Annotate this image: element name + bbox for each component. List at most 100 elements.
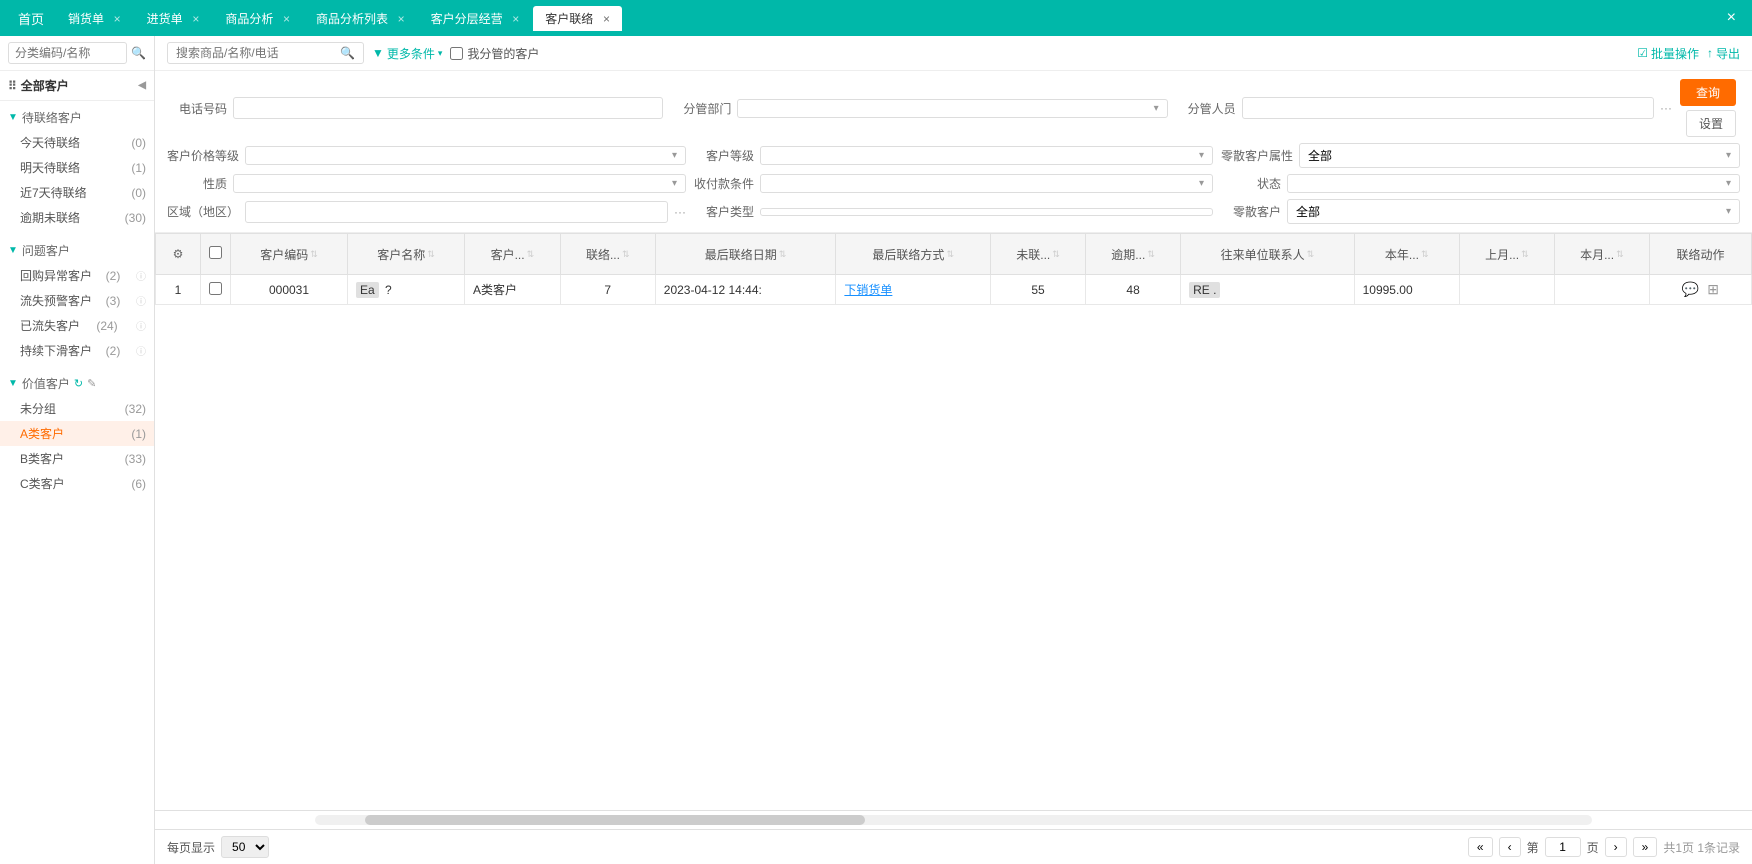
status-field: 状态 ▾ xyxy=(1221,174,1740,193)
row-last-method[interactable]: 下销货单 xyxy=(836,275,991,305)
overdue-sort-icon: ⇅ xyxy=(1147,249,1155,260)
nature-field: 性质 ▾ xyxy=(167,174,686,193)
export-btn[interactable]: ↑ 导出 xyxy=(1707,45,1740,62)
value-customers-header[interactable]: ▼ 价值客户 ↻ ✎ xyxy=(0,371,154,396)
sidebar-item-churn-warning[interactable]: 流失预警客户 (3) ⓘ xyxy=(0,288,154,313)
unit-sort-icon: ⇅ xyxy=(1307,249,1315,260)
refresh-icon[interactable]: ↻ xyxy=(74,377,83,390)
chat-icon[interactable]: 💬 xyxy=(1682,281,1699,298)
nature-select[interactable]: ▾ xyxy=(233,174,686,193)
filter-search-input[interactable] xyxy=(176,46,336,60)
all-customers-header[interactable]: ⠿ 全部客户 ◀ xyxy=(0,71,154,101)
status-arrow-icon: ▾ xyxy=(1726,178,1731,189)
sidebar-item-class-c[interactable]: C类客户 (6) xyxy=(0,471,154,496)
select-all-checkbox[interactable] xyxy=(209,246,222,259)
per-page-select[interactable]: 50 xyxy=(221,836,269,858)
area-more-dots-icon[interactable]: ··· xyxy=(674,205,686,219)
sidebar-item-repurchase-abnormal[interactable]: 回购异常客户 (2) ⓘ xyxy=(0,263,154,288)
action-buttons: 查询 设置 xyxy=(1680,79,1740,137)
row-action: 💬 ⊞ xyxy=(1649,275,1751,305)
price-level-select[interactable]: ▾ xyxy=(245,146,686,165)
problem-customers-header[interactable]: ▼ 问题客户 xyxy=(0,238,154,263)
retail-select[interactable]: 全部 ▾ xyxy=(1287,199,1740,224)
window-close-button[interactable]: × xyxy=(1719,9,1744,27)
tab-customer-segmentation[interactable]: 客户分层经营 × xyxy=(419,6,532,31)
name-sort-icon: ⇅ xyxy=(427,249,435,260)
home-tab[interactable]: 首页 xyxy=(8,5,54,32)
payment-select[interactable]: ▾ xyxy=(760,174,1213,193)
cust-level-select[interactable]: ▾ xyxy=(760,146,1213,165)
page-end-label: 页 xyxy=(1587,839,1599,856)
more-filters-btn[interactable]: ▼ 更多条件 ▾ xyxy=(372,45,442,62)
more-dots-icon[interactable]: ··· xyxy=(1660,101,1672,115)
retail-attr-select[interactable]: 全部 ▾ xyxy=(1299,143,1740,168)
batch-icon: ☑ xyxy=(1637,46,1648,60)
close-product-analysis-list[interactable]: × xyxy=(398,12,405,26)
per-page-area: 每页显示 50 xyxy=(167,836,269,858)
last-page-btn[interactable]: » xyxy=(1633,837,1658,857)
value-customers-group: ▼ 价值客户 ↻ ✎ 未分组 (32) A类客户 (1) B类客户 (33) C… xyxy=(0,367,154,500)
close-purchase-order[interactable]: × xyxy=(192,12,199,26)
row-no-contact: 55 xyxy=(991,275,1086,305)
close-customer-contact[interactable]: × xyxy=(603,12,610,26)
problem-customers-group: ▼ 问题客户 回购异常客户 (2) ⓘ 流失预警客户 (3) ⓘ 已流失客户 (… xyxy=(0,234,154,367)
sidebar-search-input[interactable] xyxy=(8,42,127,64)
pending-contact-header[interactable]: ▼ 待联络客户 xyxy=(0,105,154,130)
query-button[interactable]: 查询 xyxy=(1680,79,1736,106)
batch-operation-btn[interactable]: ☑ 批量操作 xyxy=(1637,45,1699,62)
tab-product-analysis[interactable]: 商品分析 × xyxy=(213,6,302,31)
my-customers-checkbox[interactable] xyxy=(450,47,463,60)
close-product-analysis[interactable]: × xyxy=(283,12,290,26)
sidebar-item-class-b[interactable]: B类客户 (33) xyxy=(0,446,154,471)
sidebar-item-churned[interactable]: 已流失客户 (24) ⓘ xyxy=(0,313,154,338)
prev-page-btn[interactable]: ‹ xyxy=(1499,837,1521,857)
gear-icon[interactable]: ⚙ xyxy=(164,240,192,268)
scrollbar-track xyxy=(315,815,1592,825)
table-body: 1 000031 Ea ? A类客户 7 2023-04-12 14:44: 下… xyxy=(156,275,1752,305)
area-input[interactable] xyxy=(245,201,668,223)
sidebar-item-today[interactable]: 今天待联络 (0) xyxy=(0,130,154,155)
tab-customer-contact[interactable]: 客户联络 × xyxy=(533,6,622,31)
table-footer: 每页显示 50 « ‹ 第 页 › » 共1页 1条记录 xyxy=(155,829,1752,864)
first-page-btn[interactable]: « xyxy=(1468,837,1493,857)
name-suffix: ? xyxy=(385,283,392,297)
payment-arrow-icon: ▾ xyxy=(1199,178,1204,189)
col-action: 联络动作 xyxy=(1649,234,1751,275)
info-icon-1: ⓘ xyxy=(136,268,146,283)
phone-input[interactable] xyxy=(233,97,663,119)
retail-label: 零散客户 xyxy=(1221,203,1281,220)
filter-search-icon[interactable]: 🔍 xyxy=(340,46,355,60)
sidebar-item-overdue[interactable]: 逾期未联络 (30) xyxy=(0,205,154,230)
sidebar-item-tomorrow[interactable]: 明天待联络 (1) xyxy=(0,155,154,180)
action-icons-group: 💬 ⊞ xyxy=(1658,281,1743,298)
col-gear[interactable]: ⚙ xyxy=(156,234,201,275)
status-select[interactable]: ▾ xyxy=(1287,174,1740,193)
scrollbar-thumb[interactable] xyxy=(365,815,865,825)
close-sales-order[interactable]: × xyxy=(114,12,121,26)
sidebar-search-icon[interactable]: 🔍 xyxy=(131,46,146,60)
close-customer-segmentation[interactable]: × xyxy=(512,12,519,26)
sidebar-item-unclassified[interactable]: 未分组 (32) xyxy=(0,396,154,421)
sidebar-item-declining[interactable]: 持续下滑客户 (2) ⓘ xyxy=(0,338,154,363)
tab-sales-order[interactable]: 销货单 × xyxy=(56,6,133,31)
cust-level-arrow-icon: ▾ xyxy=(1199,150,1204,161)
settings-button[interactable]: 设置 xyxy=(1686,110,1736,137)
top-actions: ☑ 批量操作 ↑ 导出 xyxy=(1637,45,1740,62)
col-last-date: 最后联络日期 ⇅ xyxy=(655,234,836,275)
row-overdue: 48 xyxy=(1086,275,1181,305)
edit-icon[interactable]: ✎ xyxy=(87,377,96,390)
row-checkbox[interactable] xyxy=(209,282,222,295)
tab-product-analysis-list[interactable]: 商品分析列表 × xyxy=(304,6,417,31)
qr-icon[interactable]: ⊞ xyxy=(1707,281,1719,298)
tab-purchase-order[interactable]: 进货单 × xyxy=(135,6,212,31)
person-input[interactable] xyxy=(1242,97,1654,119)
payment-field: 收付款条件 ▾ xyxy=(694,174,1213,193)
next-page-btn[interactable]: › xyxy=(1605,837,1627,857)
cust-type-select[interactable] xyxy=(760,208,1213,216)
filter-row-4: 区域（地区） ··· 客户类型 零散客户 全部 ▾ xyxy=(167,199,1740,224)
dept-select[interactable]: ▾ xyxy=(737,99,1167,118)
sidebar-item-7days[interactable]: 近7天待联络 (0) xyxy=(0,180,154,205)
pagination-area: « ‹ 第 页 › » 共1页 1条记录 xyxy=(1468,837,1740,857)
sidebar-item-class-a[interactable]: A类客户 (1) xyxy=(0,421,154,446)
page-input[interactable] xyxy=(1545,837,1581,857)
